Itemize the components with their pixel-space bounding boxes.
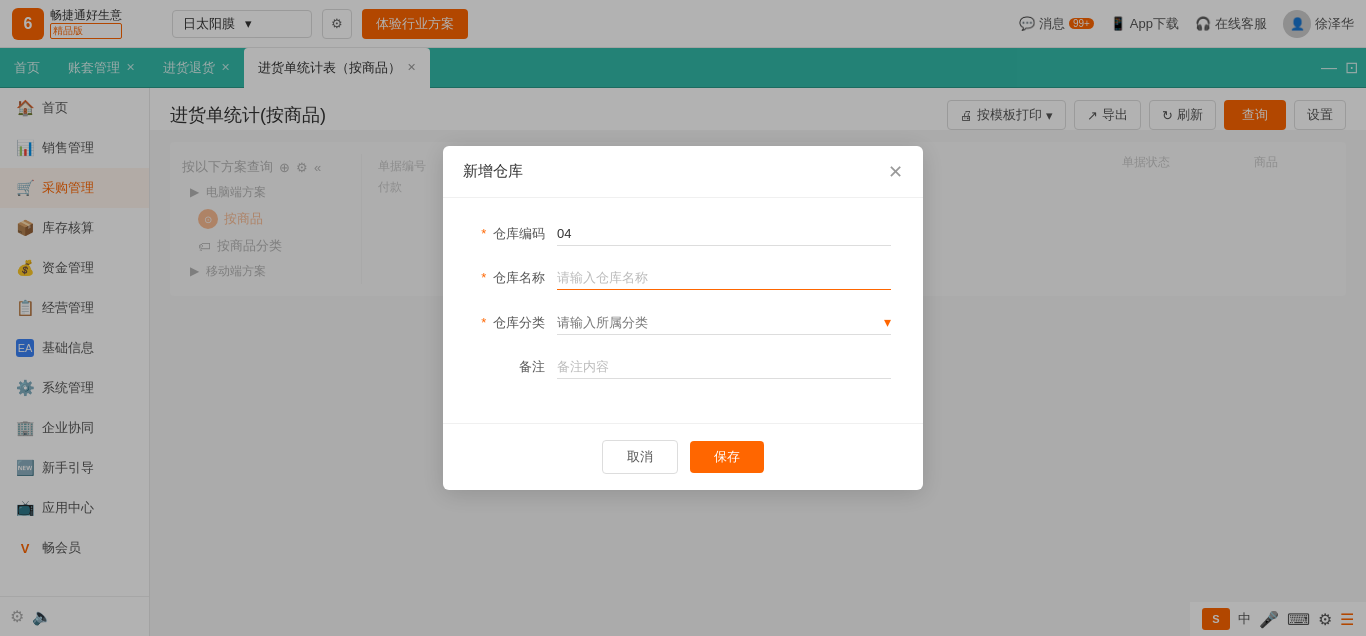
cancel-button[interactable]: 取消 <box>602 440 678 474</box>
required-star-category: * <box>481 315 486 330</box>
warehouse-category-input[interactable] <box>557 315 884 330</box>
warehouse-code-input[interactable] <box>557 222 891 246</box>
required-star-code: * <box>481 226 486 241</box>
code-label: * 仓库编码 <box>475 225 545 243</box>
category-label: * 仓库分类 <box>475 314 545 332</box>
dialog-header: 新增仓库 ✕ <box>443 146 923 198</box>
form-row-category: * 仓库分类 ▾ <box>475 310 891 335</box>
warehouse-category-select[interactable]: ▾ <box>557 310 891 335</box>
dialog-body: * 仓库编码 * 仓库名称 * 仓库分类 <box>443 198 923 423</box>
dialog-title: 新增仓库 <box>463 162 523 181</box>
name-label: * 仓库名称 <box>475 269 545 287</box>
dialog-footer: 取消 保存 <box>443 423 923 490</box>
form-row-name: * 仓库名称 <box>475 266 891 290</box>
warehouse-name-input[interactable] <box>557 266 891 290</box>
remark-label: 备注 <box>475 358 545 376</box>
form-row-remark: 备注 <box>475 355 891 379</box>
modal-overlay: 新增仓库 ✕ * 仓库编码 * 仓库名称 <box>0 0 1366 636</box>
required-star-name: * <box>481 270 486 285</box>
dialog-close-button[interactable]: ✕ <box>888 163 903 181</box>
warehouse-remark-input[interactable] <box>557 355 891 379</box>
add-warehouse-dialog: 新增仓库 ✕ * 仓库编码 * 仓库名称 <box>443 146 923 490</box>
save-button[interactable]: 保存 <box>690 441 764 473</box>
select-arrow-icon: ▾ <box>884 314 891 330</box>
form-row-code: * 仓库编码 <box>475 222 891 246</box>
